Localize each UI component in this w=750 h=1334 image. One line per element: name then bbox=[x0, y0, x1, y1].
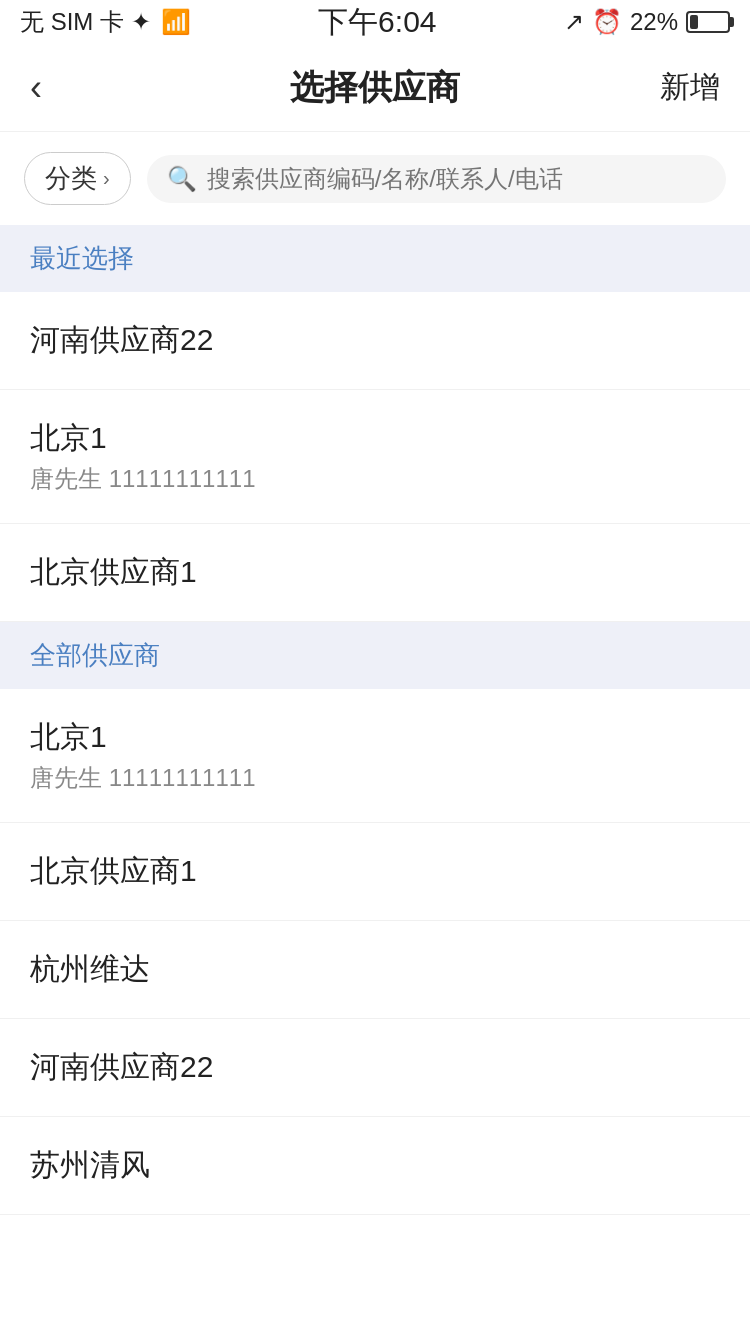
item-sub: 唐先生 11111111111 bbox=[30, 463, 720, 495]
search-box[interactable]: 🔍 bbox=[147, 155, 726, 203]
item-name: 河南供应商22 bbox=[30, 1047, 720, 1088]
status-bar: 无 SIM 卡 ✦ 📶 下午6:04 ↗ ⏰ 22% bbox=[0, 0, 750, 44]
status-time: 下午6:04 bbox=[318, 2, 436, 43]
category-filter-button[interactable]: 分类 › bbox=[24, 152, 131, 205]
all-section-label: 全部供应商 bbox=[30, 640, 160, 670]
item-name: 北京1 bbox=[30, 418, 720, 459]
battery-icon bbox=[686, 11, 730, 33]
all-item-0[interactable]: 北京1 唐先生 11111111111 bbox=[0, 689, 750, 823]
all-item-3[interactable]: 河南供应商22 bbox=[0, 1019, 750, 1117]
battery-fill bbox=[690, 15, 698, 29]
search-icon: 🔍 bbox=[167, 165, 197, 193]
filter-bar: 分类 › 🔍 bbox=[0, 132, 750, 225]
all-item-4[interactable]: 苏州清风 bbox=[0, 1117, 750, 1215]
status-left: 无 SIM 卡 ✦ 📶 bbox=[20, 6, 191, 38]
recent-item-1[interactable]: 北京1 唐先生 11111111111 bbox=[0, 390, 750, 524]
chevron-right-icon: › bbox=[103, 167, 110, 190]
alarm-icon: ⏰ bbox=[592, 8, 622, 36]
item-name: 苏州清风 bbox=[30, 1145, 720, 1186]
item-name: 北京供应商1 bbox=[30, 552, 720, 593]
recent-section-label: 最近选择 bbox=[30, 243, 134, 273]
recent-item-2[interactable]: 北京供应商1 bbox=[0, 524, 750, 622]
back-button[interactable]: ‹ bbox=[30, 67, 90, 109]
all-section-header: 全部供应商 bbox=[0, 622, 750, 689]
nav-bar: ‹ 选择供应商 新增 bbox=[0, 44, 750, 132]
recent-item-0[interactable]: 河南供应商22 bbox=[0, 292, 750, 390]
wifi-icon: 📶 bbox=[161, 8, 191, 36]
page-title: 选择供应商 bbox=[290, 65, 460, 111]
item-sub: 唐先生 11111111111 bbox=[30, 762, 720, 794]
sim-label: 无 SIM 卡 ✦ bbox=[20, 6, 151, 38]
item-name: 北京1 bbox=[30, 717, 720, 758]
location-icon: ↗ bbox=[564, 8, 584, 36]
all-item-2[interactable]: 杭州维达 bbox=[0, 921, 750, 1019]
battery-percent: 22% bbox=[630, 8, 678, 36]
new-add-button[interactable]: 新增 bbox=[660, 67, 720, 108]
item-name: 北京供应商1 bbox=[30, 851, 720, 892]
item-name: 河南供应商22 bbox=[30, 320, 720, 361]
status-right: ↗ ⏰ 22% bbox=[564, 8, 730, 36]
recent-items-list: 河南供应商22 北京1 唐先生 11111111111 北京供应商1 bbox=[0, 292, 750, 622]
item-name: 杭州维达 bbox=[30, 949, 720, 990]
recent-section-header: 最近选择 bbox=[0, 225, 750, 292]
all-items-list: 北京1 唐先生 11111111111 北京供应商1 杭州维达 河南供应商22 … bbox=[0, 689, 750, 1215]
category-label: 分类 bbox=[45, 161, 97, 196]
search-input[interactable] bbox=[207, 165, 706, 193]
all-item-1[interactable]: 北京供应商1 bbox=[0, 823, 750, 921]
